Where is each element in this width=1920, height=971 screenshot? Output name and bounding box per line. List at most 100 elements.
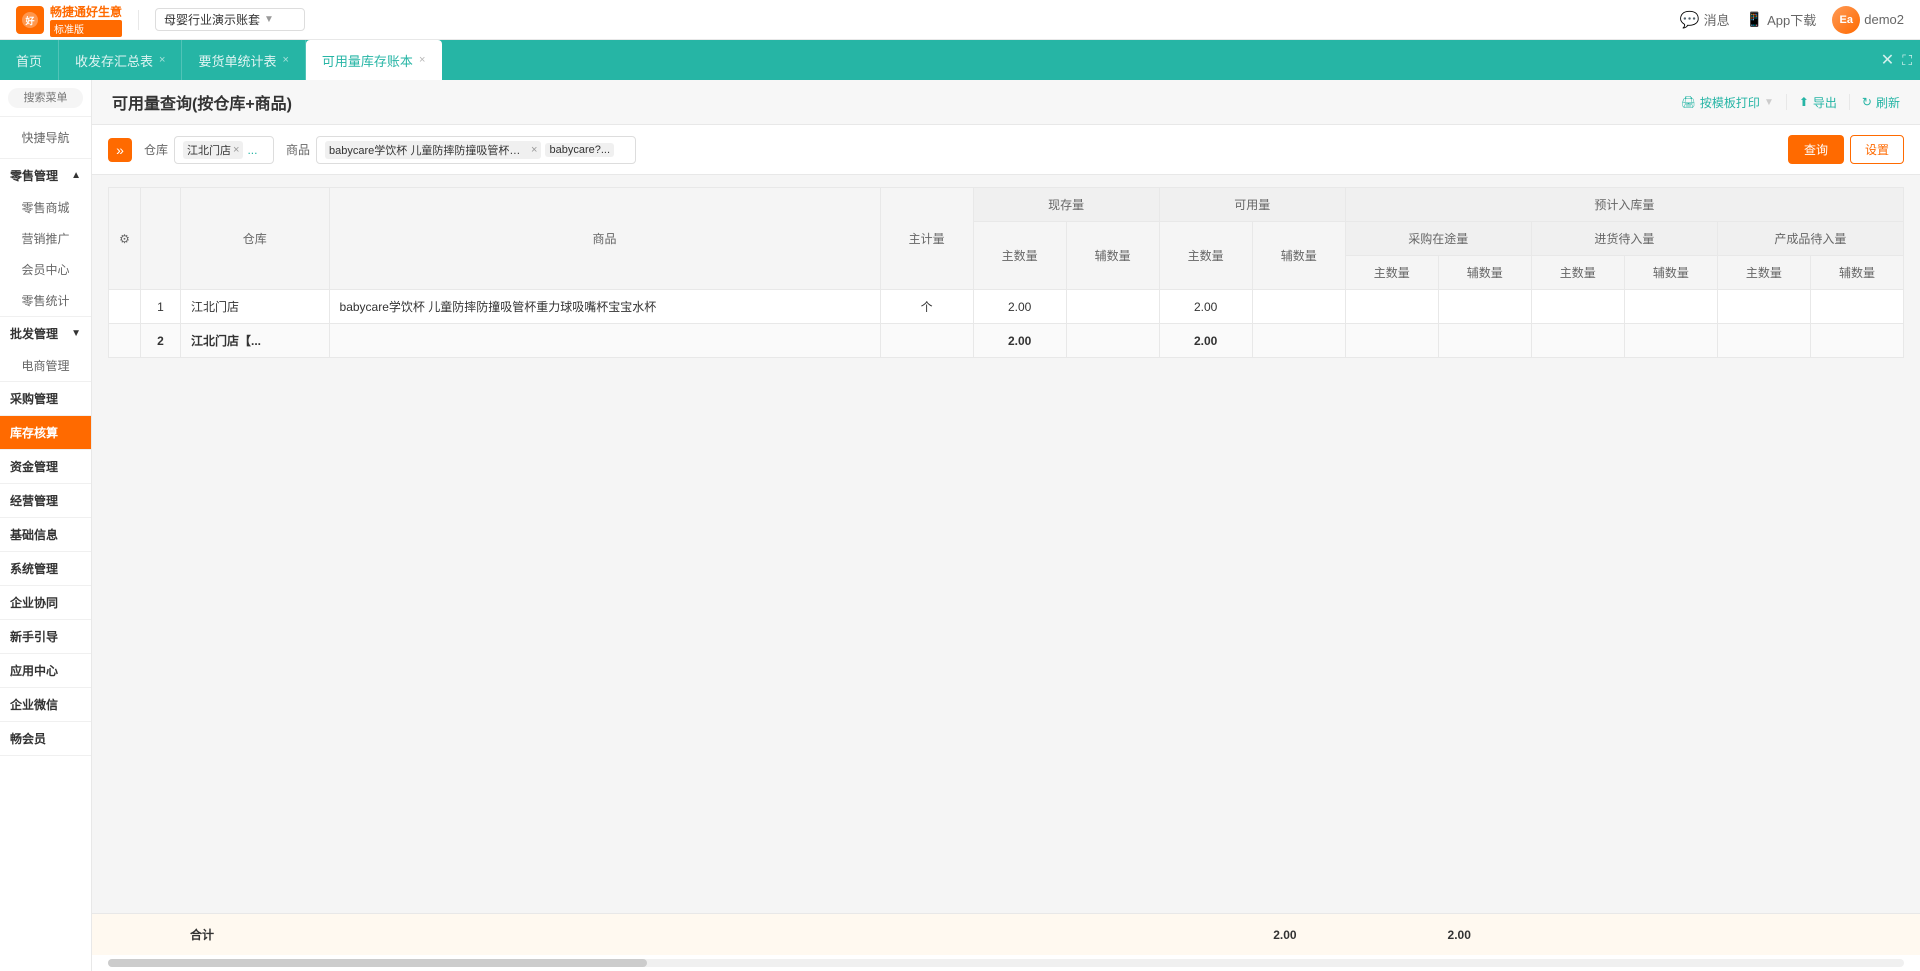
col-inbound-main-header: 主数量: [1531, 256, 1624, 290]
cell-product-1: babycare学饮杯 儿童防摔防撞吸管杯重力球吸嘴杯宝宝水杯: [329, 290, 880, 324]
cell-settings: [109, 290, 141, 324]
refresh-icon: ↻: [1862, 95, 1872, 109]
sidebar-item-retail-stats[interactable]: 零售统计: [0, 285, 91, 316]
sidebar-item-marketing[interactable]: 营销推广: [0, 223, 91, 254]
tab-home[interactable]: 首页: [0, 40, 59, 80]
col-stock-aux-header: 辅数量: [1066, 222, 1159, 290]
svg-text:好: 好: [24, 15, 34, 26]
warehouse-input[interactable]: 江北门店 × ...: [174, 136, 274, 164]
product-tag1-remove[interactable]: ×: [531, 144, 537, 156]
sidebar-section-appcenter-header[interactable]: 应用中心: [0, 654, 91, 687]
tabs-expand-btn[interactable]: ⛶: [1902, 52, 1912, 69]
product-input[interactable]: babycare学饮杯 儿童防摔防撞吸管杯重力球吸嘴杯宝宝水杯 × babyca…: [316, 136, 636, 164]
sidebar-section-system-header[interactable]: 系统管理: [0, 552, 91, 585]
sidebar-section-finance: 资金管理: [0, 450, 91, 484]
sidebar: 快捷导航 零售管理 ▲ 零售商城 营销推广 会员中心 零售统计 批发管理 ▼ 电…: [0, 80, 92, 971]
cell-stock-main-1: 2.00: [973, 290, 1066, 324]
col-avail-main-header: 主数量: [1159, 222, 1252, 290]
sidebar-item-ecommerce[interactable]: 电商管理: [0, 350, 91, 381]
print-btn[interactable]: 🖨 按模板打印 ▼: [1681, 94, 1774, 111]
sidebar-section-purchase-header[interactable]: 采购管理: [0, 382, 91, 415]
app-download-btn[interactable]: 📱 App下载: [1746, 10, 1817, 29]
industry-selector[interactable]: 母婴行业演示账套 ▼: [155, 8, 305, 31]
product-tag1: babycare学饮杯 儿童防摔防撞吸管杯重力球吸嘴杯宝宝水杯 ×: [325, 141, 541, 159]
top-bar-left: 好 畅捷通好生意 标准版 母婴行业演示账套 ▼: [16, 3, 305, 37]
sidebar-item-quicknav[interactable]: 快捷导航: [0, 121, 91, 154]
sidebar-section-inventory-header[interactable]: 库存核算: [0, 416, 91, 449]
sidebar-section-wechat-header[interactable]: 企业微信: [0, 688, 91, 721]
cell-product-aux-1: [1810, 290, 1903, 324]
tab-available-stock[interactable]: 可用量库存账本 ×: [306, 40, 442, 80]
col-purchase-inbound-header: 采购在途量: [1345, 222, 1531, 256]
avatar: Ea: [1832, 6, 1860, 34]
sidebar-section-retail-header[interactable]: 零售管理 ▲: [0, 159, 91, 192]
scroll-bar-area: [92, 955, 1920, 971]
col-warehouse-header: 仓库: [181, 188, 330, 290]
col-arrival-pending-header: 进货待入量: [1531, 222, 1717, 256]
tabs-close-all-btn[interactable]: ✕: [1881, 50, 1894, 70]
logo-area: 好 畅捷通好生意 标准版: [16, 3, 122, 37]
tab-close-order-summary[interactable]: ×: [282, 54, 288, 66]
main-layout: 快捷导航 零售管理 ▲ 零售商城 营销推广 会员中心 零售统计 批发管理 ▼ 电…: [0, 80, 1920, 971]
cell-avail-main-1: 2.00: [1159, 290, 1252, 324]
cell-avail-aux-1: [1252, 290, 1345, 324]
warehouse-more[interactable]: ...: [247, 143, 257, 157]
tab-order-summary[interactable]: 要货单统计表 ×: [182, 40, 305, 80]
sidebar-item-member-center[interactable]: 会员中心: [0, 254, 91, 285]
col-settings-header[interactable]: ⚙: [109, 188, 141, 290]
summary-product-cell: [455, 920, 1005, 949]
cell-no-1: 1: [141, 290, 181, 324]
scroll-track[interactable]: [108, 959, 1904, 967]
nav-tabs-right: ✕ ⛶: [1881, 40, 1920, 80]
table-row-group: 2 江北门店【... 2.00 2.00: [109, 324, 1904, 358]
cell-inbound-aux-1: [1624, 290, 1717, 324]
search-input[interactable]: [8, 88, 83, 108]
message-btn[interactable]: 💬 消息: [1680, 10, 1730, 30]
col-product-main-header: 主数量: [1717, 256, 1810, 290]
sidebar-section-wholesale-header[interactable]: 批发管理 ▼: [0, 317, 91, 350]
table-area: ⚙ 仓库 商品 主计量 现存量 可用量 预计入库量 主数量 辅数量 主数量: [92, 175, 1920, 913]
sidebar-section-enterprise-header[interactable]: 企业协同: [0, 586, 91, 619]
chevron-down-icon: ▼: [71, 328, 81, 339]
query-btn[interactable]: 查询: [1788, 135, 1844, 164]
tab-close-available-stock[interactable]: ×: [419, 54, 425, 66]
sidebar-section-newbie: 新手引导: [0, 620, 91, 654]
filter-bar: » 仓库 江北门店 × ... 商品 babycare学饮杯 儿童防摔防撞吸管杯…: [92, 125, 1920, 175]
filter-actions: 查询 设置: [1788, 135, 1904, 164]
cell-product-main-1: [1717, 290, 1810, 324]
page-title: 可用量查询(按仓库+商品): [112, 90, 292, 114]
summary-product-aux: [1849, 920, 1904, 949]
sidebar-section-finance-header[interactable]: 资金管理: [0, 450, 91, 483]
warehouse-tag-remove[interactable]: ×: [233, 144, 239, 156]
summary-purchase-aux: [1629, 920, 1684, 949]
sidebar-section-newbie-header[interactable]: 新手引导: [0, 620, 91, 653]
tab-receive-send[interactable]: 收发存汇总表 ×: [59, 40, 182, 80]
sidebar-section-wechat: 企业微信: [0, 688, 91, 722]
user-menu[interactable]: Ea demo2: [1832, 6, 1904, 34]
cell-no-2: 2: [141, 324, 181, 358]
cell-warehouse-2: 江北门店【...: [181, 324, 330, 358]
chevron-icon: ▲: [71, 170, 81, 181]
cell-product-aux-2: [1810, 324, 1903, 358]
warehouse-label: 仓库: [144, 141, 168, 158]
edition-tag: 标准版: [50, 20, 122, 37]
summary-table: 合计 2.00 2.00: [108, 920, 1904, 949]
cell-inbound-aux-2: [1624, 324, 1717, 358]
settings-icon[interactable]: ⚙: [119, 232, 130, 246]
setting-btn[interactable]: 设置: [1850, 135, 1904, 164]
cell-avail-main-2: 2.00: [1159, 324, 1252, 358]
sidebar-section-basic-header[interactable]: 基础信息: [0, 518, 91, 551]
scroll-thumb[interactable]: [108, 959, 647, 967]
sidebar-item-retail-mall[interactable]: 零售商城: [0, 192, 91, 223]
top-bar: 好 畅捷通好生意 标准版 母婴行业演示账套 ▼ 💬 消息 📱 App下载 Ea …: [0, 0, 1920, 40]
sidebar-section-operation-header[interactable]: 经营管理: [0, 484, 91, 517]
col-product-header: 商品: [329, 188, 880, 290]
sidebar-section-member-header[interactable]: 畅会员: [0, 722, 91, 755]
summary-label: 合计: [180, 920, 455, 949]
refresh-btn[interactable]: ↻ 刷新: [1862, 94, 1900, 111]
export-btn[interactable]: ⬆ 导出: [1799, 94, 1837, 111]
cell-warehouse-1: 江北门店: [181, 290, 330, 324]
tab-close-receive-send[interactable]: ×: [159, 54, 165, 66]
filter-expand-btn[interactable]: »: [108, 138, 132, 162]
sidebar-section-appcenter: 应用中心: [0, 654, 91, 688]
